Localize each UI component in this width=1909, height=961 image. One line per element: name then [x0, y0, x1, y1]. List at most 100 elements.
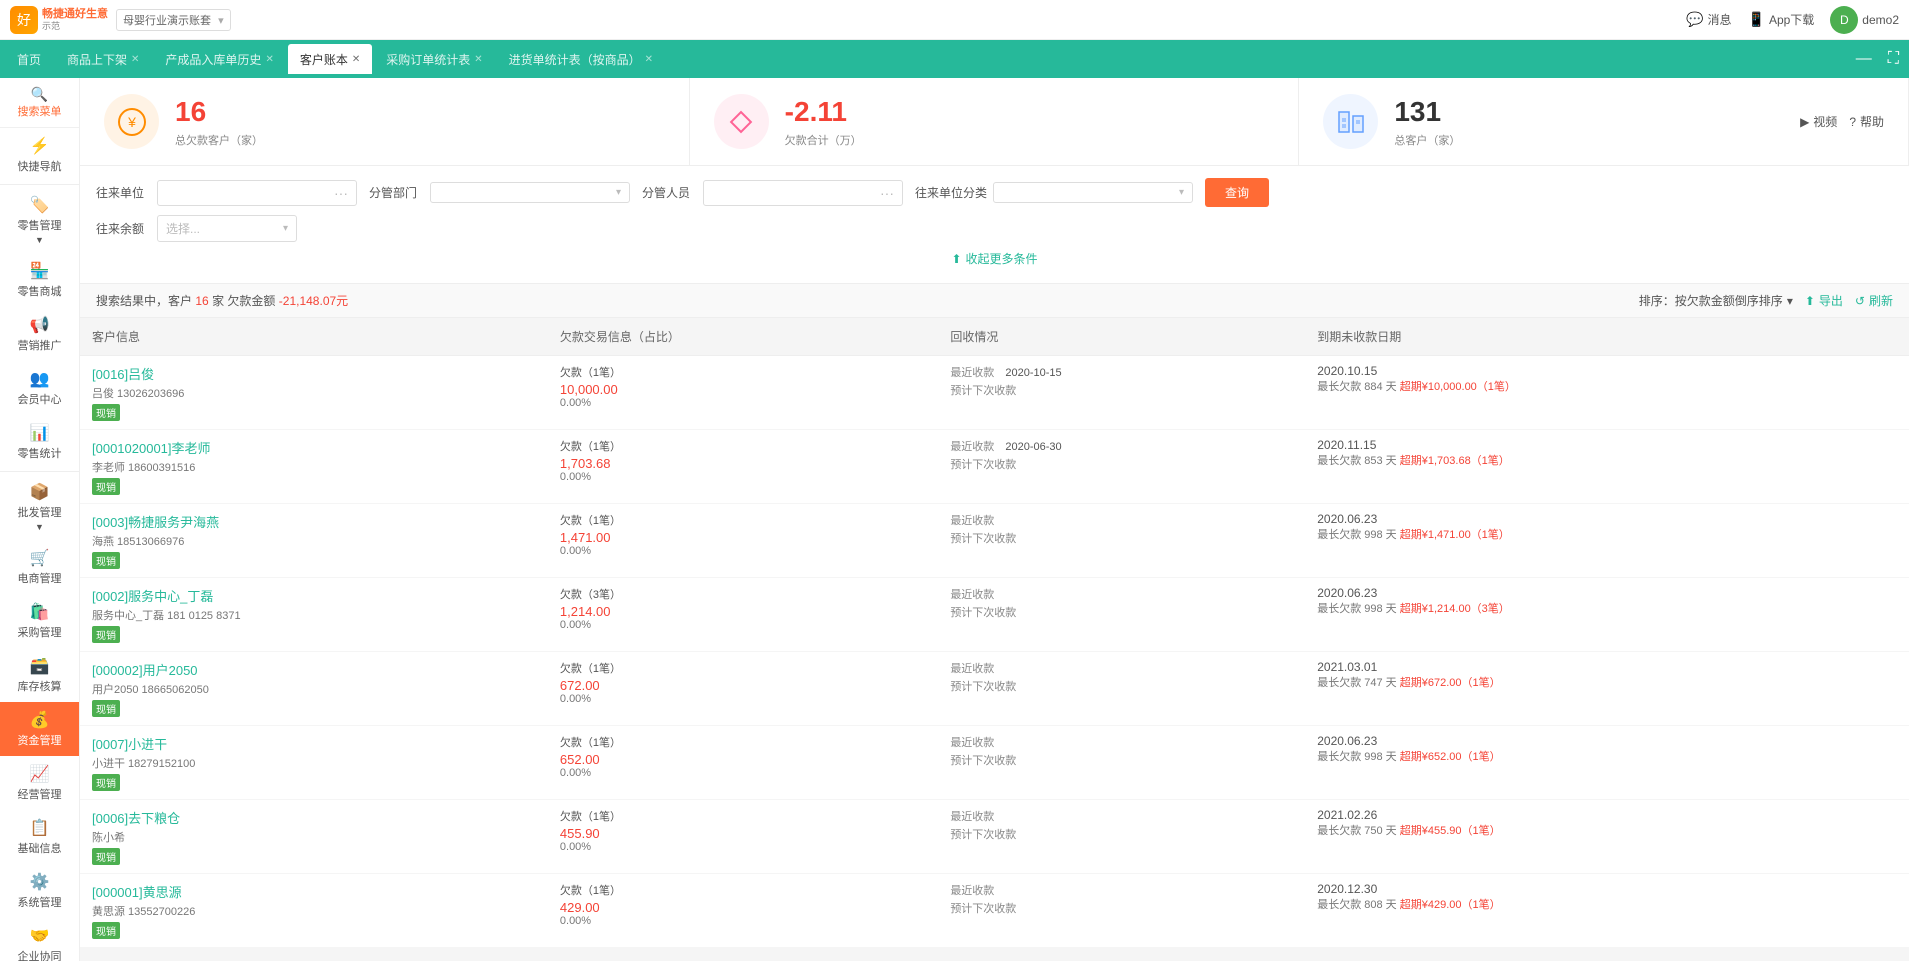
due-overdue-0[interactable]: 超期¥10,000.00（1笔）	[1400, 381, 1516, 393]
sidebar-item-retail-mgmt[interactable]: 🏷️ 零售管理 ▼	[0, 187, 79, 253]
debt-amount-0[interactable]: 10,000.00	[560, 382, 926, 397]
tab-product-status[interactable]: 商品上下架 ✕	[55, 44, 151, 74]
tab-customer-account[interactable]: 客户账本 ✕	[288, 44, 372, 74]
sidebar-item-basic-info[interactable]: 📋 基础信息	[0, 810, 79, 864]
page-content: ¥ 16 总欠款客户（家） -2.11 欠款合计（万）	[80, 78, 1909, 961]
sidebar-item-member[interactable]: 👥 会员中心	[0, 361, 79, 415]
customer-name-7[interactable]: [000001]黄思源	[92, 882, 536, 901]
company-selector[interactable]: 母婴行业演示账套 ▾	[116, 9, 231, 31]
sidebar-item-purchase[interactable]: 🛍️ 采购管理	[0, 594, 79, 648]
debt-amount-3[interactable]: 1,214.00	[560, 604, 926, 619]
filter-person-input[interactable]: ···	[703, 180, 903, 206]
help-btn[interactable]: ? 帮助	[1849, 113, 1884, 130]
tab-close-icon[interactable]: ✕	[474, 54, 482, 65]
tab-close-icon[interactable]: ✕	[131, 54, 139, 65]
recover-next-2: 预计下次收款	[950, 530, 1293, 546]
due-overdue-7[interactable]: 超期¥429.00（1笔）	[1400, 899, 1501, 911]
user-avatar[interactable]: D demo2	[1830, 6, 1899, 34]
debt-ratio-7: 0.00%	[560, 915, 926, 927]
debt-count-1: 欠款（1笔）	[560, 438, 926, 454]
tab-maximize-btn[interactable]: ⛶	[1882, 50, 1905, 68]
tab-minimize-btn[interactable]: —	[1850, 50, 1878, 68]
due-overdue-6[interactable]: 超期¥455.90（1笔）	[1400, 825, 1501, 837]
cell-due-3: 2020.06.23 最长欠款 998 天 超期¥1,214.00（3笔）	[1305, 578, 1909, 652]
customer-name-1[interactable]: [0001020001]李老师	[92, 438, 536, 457]
due-days-0: 最长欠款 884 天 超期¥10,000.00（1笔）	[1317, 378, 1897, 394]
due-days-1: 最长欠款 853 天 超期¥1,703.68（1笔）	[1317, 452, 1897, 468]
cell-customer-2: [0003]畅捷服务尹海燕 海燕 18513066976 现销	[80, 504, 548, 578]
sidebar-shortcut[interactable]: ⚡ 快捷导航	[0, 128, 79, 182]
tab-purchase-order[interactable]: 采购订单统计表 ✕	[374, 44, 494, 74]
due-date-2: 2020.06.23	[1317, 512, 1897, 526]
recover-label-3: 最近收款	[950, 586, 1293, 602]
sidebar-item-retail-store[interactable]: 🏪 零售商城	[0, 253, 79, 307]
debt-amount-1[interactable]: 1,703.68	[560, 456, 926, 471]
message-btn[interactable]: 💬 消息	[1686, 11, 1731, 28]
due-overdue-1[interactable]: 超期¥1,703.68（1笔）	[1400, 455, 1510, 467]
due-overdue-3[interactable]: 超期¥1,214.00（3笔）	[1400, 603, 1510, 615]
tab-close-icon[interactable]: ✕	[352, 54, 360, 65]
col-header-debt: 欠款交易信息（占比）	[548, 318, 938, 356]
stat-info-debt: 16 总欠款客户（家）	[175, 96, 263, 148]
debt-amount-7[interactable]: 429.00	[560, 900, 926, 915]
logo-icon: 好	[10, 6, 38, 34]
customer-name-3[interactable]: [0002]服务中心_丁磊	[92, 586, 536, 605]
due-date-3: 2020.06.23	[1317, 586, 1897, 600]
filter-category-input[interactable]: ▾	[993, 182, 1193, 203]
sidebar-item-ops[interactable]: 📈 经营管理	[0, 756, 79, 810]
sidebar-item-enterprise[interactable]: 🤝 企业协同	[0, 918, 79, 961]
tab-home[interactable]: 首页	[5, 44, 53, 74]
sidebar-search[interactable]: 🔍 搜索菜单	[0, 78, 79, 128]
debt-amount-2[interactable]: 1,471.00	[560, 530, 926, 545]
tab-close-icon[interactable]: ✕	[265, 54, 273, 65]
customer-tag-1: 现销	[92, 478, 120, 495]
debt-amount-6[interactable]: 455.90	[560, 826, 926, 841]
col-header-customer: 客户信息	[80, 318, 548, 356]
stat-icon-money: ¥	[104, 94, 159, 149]
top-bar: 好 畅捷通好生意 示范 母婴行业演示账套 ▾ 💬 消息 📱 App下载 D de…	[0, 0, 1909, 40]
total-customer-label: 总客户（家）	[1394, 132, 1460, 148]
sidebar-item-retail-stats[interactable]: 📊 零售统计	[0, 415, 79, 469]
subtitle: 示范	[42, 21, 108, 32]
filter-unit-input[interactable]: ···	[157, 180, 357, 206]
debt-amount-4[interactable]: 672.00	[560, 678, 926, 693]
debt-ratio-6: 0.00%	[560, 841, 926, 853]
debt-amount-5[interactable]: 652.00	[560, 752, 926, 767]
tab-product-history[interactable]: 产成品入库单历史 ✕	[153, 44, 285, 74]
filter-balance-input[interactable]: 选择... ▾	[157, 215, 297, 242]
due-overdue-2[interactable]: 超期¥1,471.00（1笔）	[1400, 529, 1510, 541]
sidebar-item-batch-mgmt[interactable]: 📦 批发管理 ▼	[0, 474, 79, 540]
tab-stock-summary[interactable]: 进货单统计表（按商品） ✕	[497, 44, 665, 74]
customer-name-6[interactable]: [0006]去下粮仓	[92, 808, 536, 827]
app-download-btn[interactable]: 📱 App下载	[1748, 11, 1815, 28]
customer-name-5[interactable]: [0007]小进干	[92, 734, 536, 753]
cell-customer-5: [0007]小进干 小进干 18279152100 现销	[80, 726, 548, 800]
export-btn[interactable]: ⬆ 导出	[1805, 292, 1843, 309]
refresh-btn[interactable]: ↺ 刷新	[1855, 292, 1893, 309]
table-row: [0007]小进干 小进干 18279152100 现销 欠款（1笔） 652.…	[80, 726, 1909, 800]
debt-count-2: 欠款（1笔）	[560, 512, 926, 528]
sort-selector[interactable]: 排序：按欠款金额倒序排序 ▾	[1639, 292, 1793, 309]
customer-name-0[interactable]: [0016]吕俊	[92, 364, 536, 383]
filter-category-arrow: ▾	[1179, 187, 1184, 198]
avatar: D	[1830, 6, 1858, 34]
customer-name-2[interactable]: [0003]畅捷服务尹海燕	[92, 512, 536, 531]
due-days-4: 最长欠款 747 天 超期¥672.00（1笔）	[1317, 674, 1897, 690]
customer-phone-7: 黄思源 13552700226	[92, 903, 536, 919]
video-btn[interactable]: ▶ 视频	[1800, 113, 1837, 130]
collapse-btn[interactable]: ⬆ 收起更多条件	[96, 250, 1893, 267]
search-button[interactable]: 查询	[1205, 178, 1269, 207]
due-overdue-5[interactable]: 超期¥652.00（1笔）	[1400, 751, 1501, 763]
filter-dept-input[interactable]: ▾	[430, 182, 630, 203]
due-days-6: 最长欠款 750 天 超期¥455.90（1笔）	[1317, 822, 1897, 838]
sidebar-item-marketing[interactable]: 📢 营销推广	[0, 307, 79, 361]
shortcut-icon: ⚡	[30, 136, 50, 156]
sidebar-item-ecommerce[interactable]: 🛒 电商管理	[0, 540, 79, 594]
sidebar-item-inventory[interactable]: 🗃️ 库存核算	[0, 648, 79, 702]
tab-close-icon[interactable]: ✕	[645, 54, 653, 65]
sidebar-item-system[interactable]: ⚙️ 系统管理	[0, 864, 79, 918]
sort-arrow-icon: ▾	[1787, 294, 1793, 308]
sidebar-item-finance[interactable]: 💰 资金管理	[0, 702, 79, 756]
due-overdue-4[interactable]: 超期¥672.00（1笔）	[1400, 677, 1501, 689]
customer-name-4[interactable]: [000002]用户2050	[92, 660, 536, 679]
